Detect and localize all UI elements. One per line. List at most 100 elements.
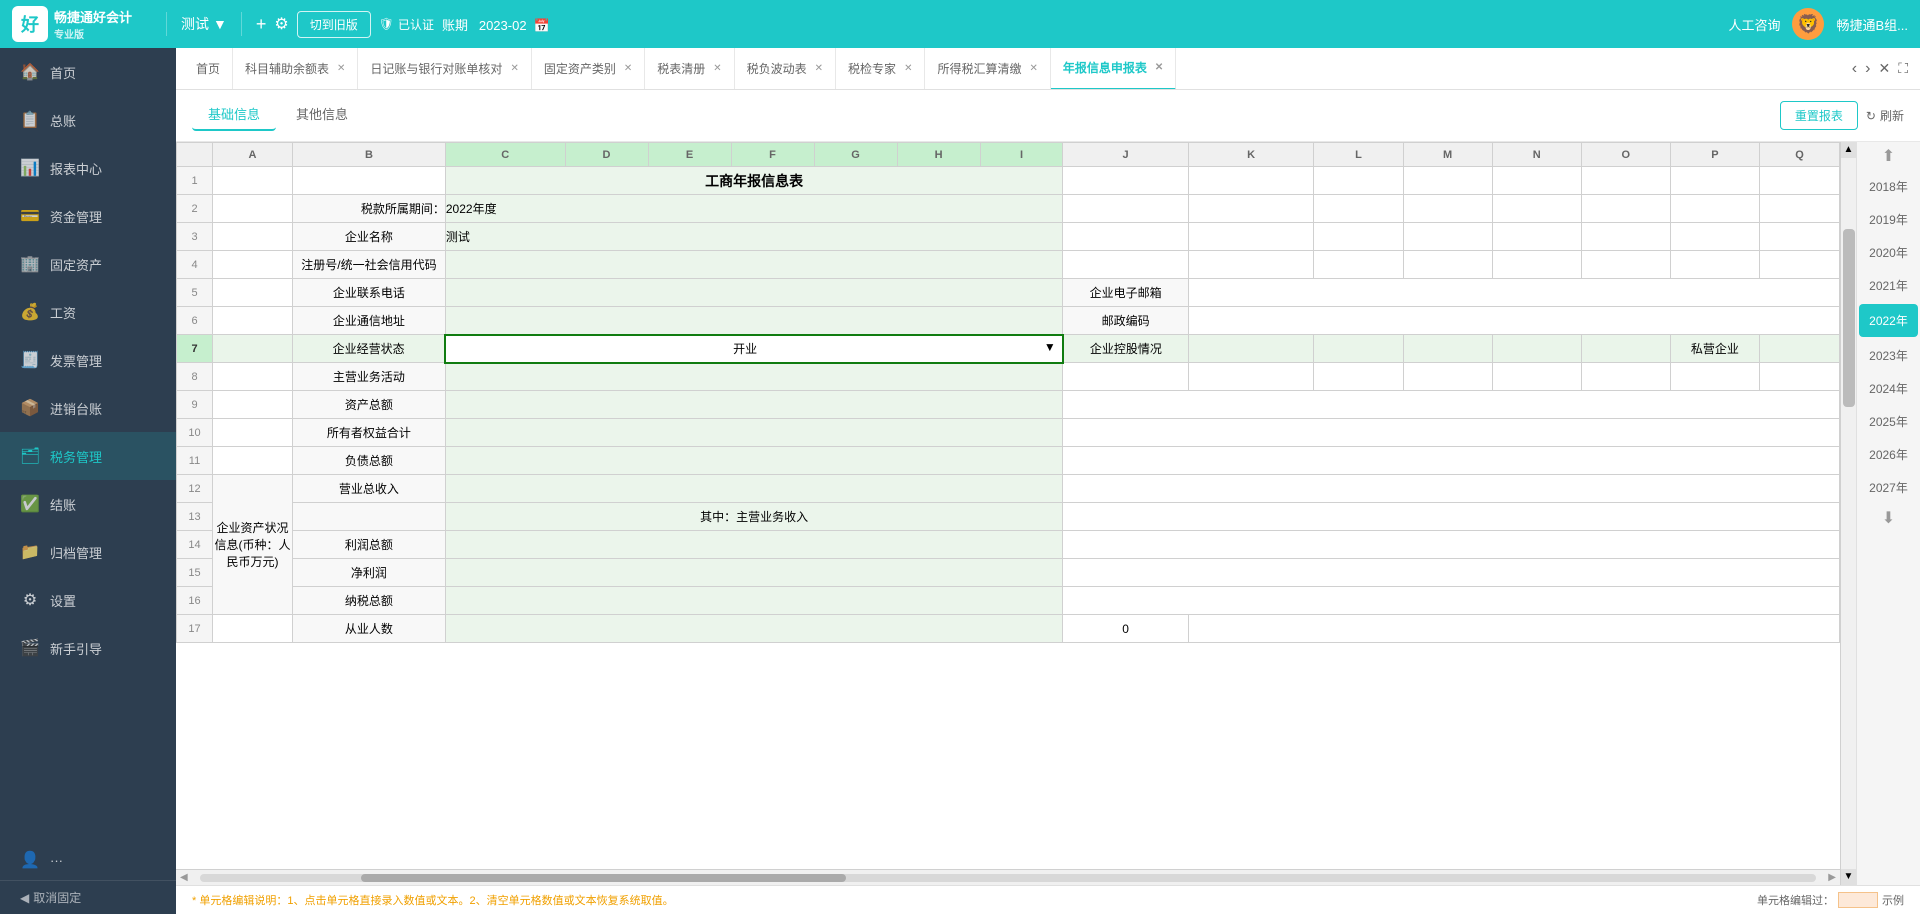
cell-2-M[interactable]	[1403, 195, 1492, 223]
col-E[interactable]: E	[648, 143, 731, 167]
spreadsheet-scroll-area[interactable]: A B C D E F G H I J	[176, 142, 1840, 869]
tab-8[interactable]: 年报信息申报表✕	[1051, 48, 1176, 90]
cell-1-O[interactable]	[1581, 167, 1670, 195]
col-M[interactable]: M	[1403, 143, 1492, 167]
support-link[interactable]: 人工咨询	[1728, 15, 1780, 34]
cell-1-N[interactable]	[1492, 167, 1581, 195]
user-avatar[interactable]: 🦁	[1792, 8, 1824, 40]
cell-14-value[interactable]	[445, 531, 1062, 559]
year-item-2027年[interactable]: 2027年	[1857, 471, 1920, 504]
cell-7-J[interactable]: 企业控股情况	[1063, 335, 1189, 363]
col-C[interactable]: C	[445, 143, 565, 167]
cell-14-rest[interactable]	[1063, 531, 1840, 559]
hscroll-track[interactable]	[200, 874, 1817, 882]
col-P[interactable]: P	[1670, 143, 1759, 167]
cell-8-L[interactable]	[1314, 363, 1403, 391]
col-L[interactable]: L	[1314, 143, 1403, 167]
cell-15-value[interactable]	[445, 559, 1062, 587]
cell-4-Q[interactable]	[1759, 251, 1839, 279]
cell-8-value[interactable]	[445, 363, 1062, 391]
cell-3-B[interactable]: 企业名称	[293, 223, 446, 251]
sidebar-item-税务管理[interactable]: 🗂税务管理	[0, 432, 176, 480]
cell-12-value[interactable]	[445, 475, 1062, 503]
tab-1[interactable]: 科目辅助余额表✕	[233, 48, 358, 90]
tab-next-btn[interactable]: ›	[1861, 60, 1874, 78]
cell-3-L[interactable]	[1314, 223, 1403, 251]
cell-3-Q[interactable]	[1759, 223, 1839, 251]
cell-1-M[interactable]	[1403, 167, 1492, 195]
cell-4-J[interactable]	[1063, 251, 1189, 279]
year-item-2019年[interactable]: 2019年	[1857, 203, 1920, 236]
switch-old-btn[interactable]: 切到旧版	[297, 11, 371, 38]
sidebar-item-工资[interactable]: 💰工资	[0, 288, 176, 336]
subtab-0[interactable]: 基础信息	[192, 98, 276, 131]
cell-12-rest[interactable]	[1063, 475, 1840, 503]
tab-close-4[interactable]: ✕	[713, 63, 721, 74]
subtab-1[interactable]: 其他信息	[280, 98, 364, 131]
cell-10-B[interactable]: 所有者权益合计	[293, 419, 446, 447]
tab-3[interactable]: 固定资产类别✕	[532, 48, 645, 90]
year-item-2021年[interactable]: 2021年	[1857, 269, 1920, 302]
sidebar-item-资金管理[interactable]: 💳资金管理	[0, 192, 176, 240]
cell-3-value[interactable]: 测试	[445, 223, 1062, 251]
col-Q[interactable]: Q	[1759, 143, 1839, 167]
cell-2-B[interactable]: 税款所属期间：	[293, 195, 446, 223]
year-item-2025年[interactable]: 2025年	[1857, 405, 1920, 438]
cell-2-A[interactable]	[213, 195, 293, 223]
cell-2-K[interactable]	[1188, 195, 1314, 223]
cell-7-M[interactable]	[1403, 335, 1492, 363]
cell-13-sub[interactable]: 其中：主营业务收入	[445, 503, 1062, 531]
tab-6[interactable]: 税检专家✕	[836, 48, 925, 90]
cell-13-rest[interactable]	[1063, 503, 1840, 531]
cell-10-A[interactable]	[213, 419, 293, 447]
cell-1-L[interactable]	[1314, 167, 1403, 195]
sidebar-item-首页[interactable]: 🏠首页	[0, 48, 176, 96]
cell-8-M[interactable]	[1403, 363, 1492, 391]
cell-13-B[interactable]	[293, 503, 446, 531]
year-item-2023年[interactable]: 2023年	[1857, 339, 1920, 372]
cell-4-M[interactable]	[1403, 251, 1492, 279]
dropdown-arrow[interactable]: ▼	[1044, 340, 1062, 354]
cell-5-J[interactable]: 企业电子邮箱	[1063, 279, 1189, 307]
cell-6-value[interactable]	[445, 307, 1062, 335]
cell-9-value[interactable]	[445, 391, 1062, 419]
col-B[interactable]: B	[293, 143, 446, 167]
sidebar-item-进销台账[interactable]: 📦进销台账	[0, 384, 176, 432]
cell-16-rest[interactable]	[1063, 587, 1840, 615]
cell-1-K[interactable]	[1188, 167, 1314, 195]
cell-7-L[interactable]	[1314, 335, 1403, 363]
company-selector[interactable]: 测试 ▼	[181, 14, 227, 34]
cell-7-dropdown[interactable]: 开业 ▼	[445, 335, 1062, 363]
v-scrollbar[interactable]: ▲ ▼	[1840, 142, 1856, 885]
sidebar-item-新手引导[interactable]: 🎬新手引导	[0, 624, 176, 672]
cell-7-N[interactable]	[1492, 335, 1581, 363]
tab-5[interactable]: 税负波动表✕	[735, 48, 836, 90]
cell-4-L[interactable]	[1314, 251, 1403, 279]
cell-2-value[interactable]: 2022年度	[445, 195, 1062, 223]
year-item-2024年[interactable]: 2024年	[1857, 372, 1920, 405]
cell-2-Q[interactable]	[1759, 195, 1839, 223]
cell-8-A[interactable]	[213, 363, 293, 391]
cell-2-J[interactable]	[1063, 195, 1189, 223]
hscroll-thumb[interactable]	[361, 874, 846, 882]
cell-4-P[interactable]	[1670, 251, 1759, 279]
cell-3-K[interactable]	[1188, 223, 1314, 251]
cell-17-B[interactable]: 从业人数	[293, 615, 446, 643]
tab-close-8[interactable]: ✕	[1155, 62, 1163, 73]
year-down-btn[interactable]: ⬇	[1857, 504, 1920, 532]
col-N[interactable]: N	[1492, 143, 1581, 167]
cell-3-N[interactable]	[1492, 223, 1581, 251]
tab-close-7[interactable]: ✕	[1029, 63, 1037, 74]
reset-report-btn[interactable]: 重置报表	[1780, 101, 1858, 130]
cell-3-A[interactable]	[213, 223, 293, 251]
cell-6-B[interactable]: 企业通信地址	[293, 307, 446, 335]
cell-11-rest[interactable]	[1063, 447, 1840, 475]
cell-3-O[interactable]	[1581, 223, 1670, 251]
settings-button[interactable]: ⚙	[274, 14, 288, 34]
cell-17-rest[interactable]	[1188, 615, 1839, 643]
cell-4-B[interactable]: 注册号/统一社会信用代码	[293, 251, 446, 279]
col-K[interactable]: K	[1188, 143, 1314, 167]
cell-3-P[interactable]	[1670, 223, 1759, 251]
cell-1-A[interactable]	[213, 167, 293, 195]
cell-8-J[interactable]	[1063, 363, 1189, 391]
